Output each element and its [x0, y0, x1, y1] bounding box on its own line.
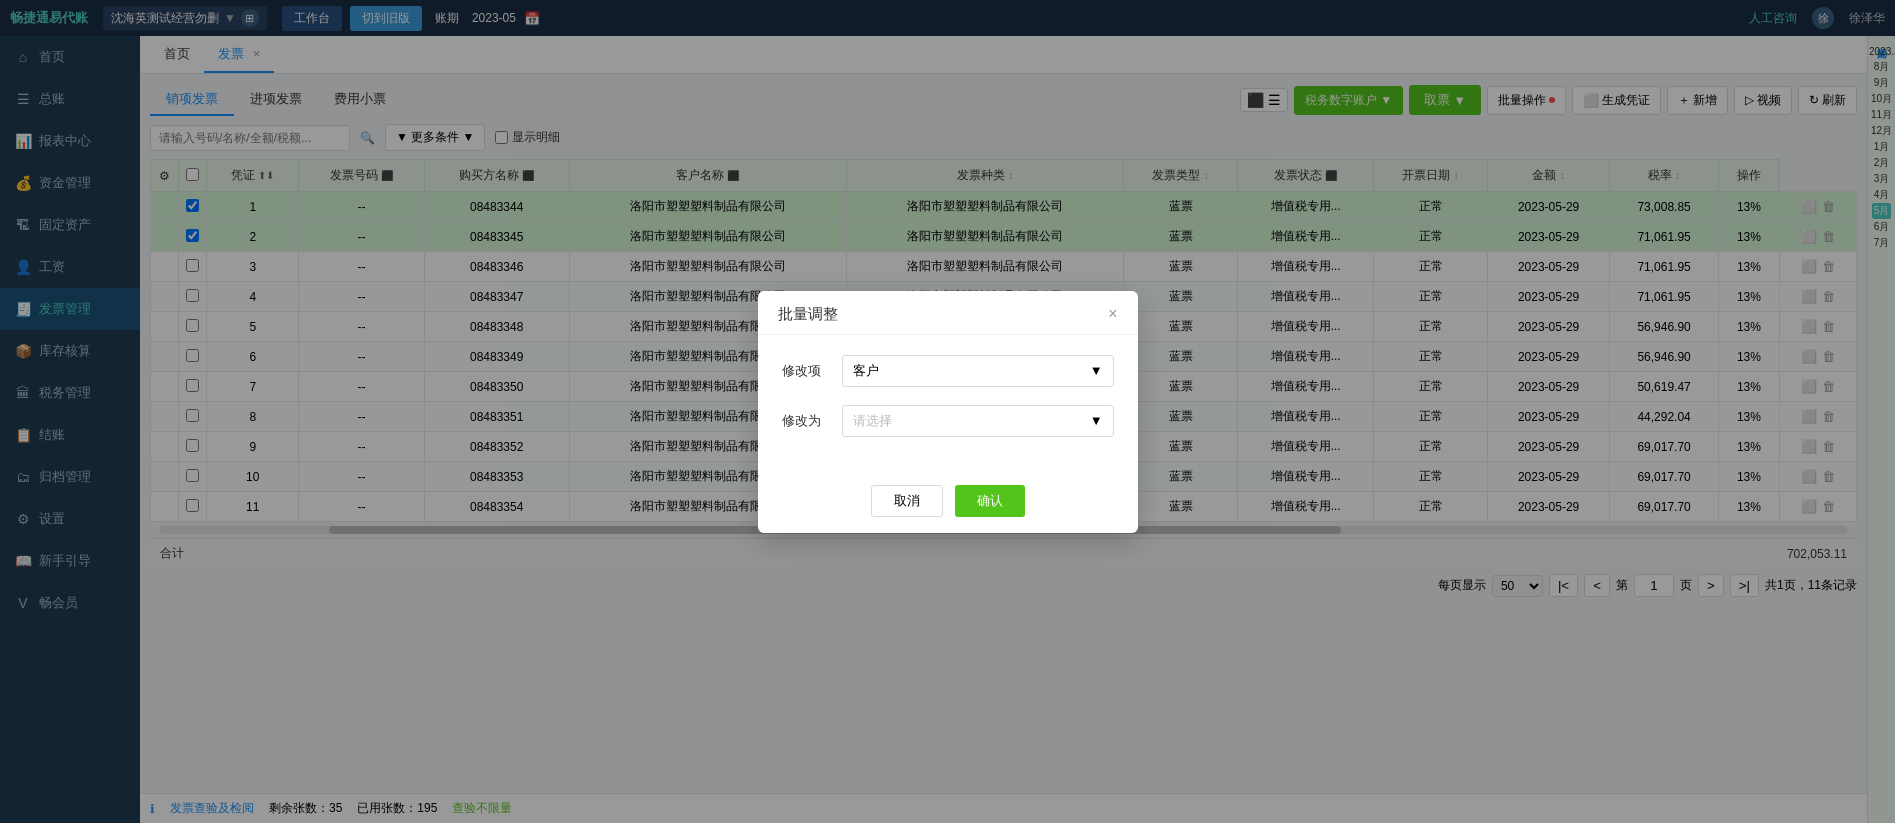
change-to-select[interactable]: 请选择 ▼ [842, 405, 1114, 437]
modal-body: 修改项 客户 ▼ 修改为 请选择 ▼ [758, 335, 1138, 475]
modal-cancel-button[interactable]: 取消 [871, 485, 943, 517]
modal-title: 批量调整 [778, 305, 838, 324]
modify-item-row: 修改项 客户 ▼ [782, 355, 1114, 387]
change-to-label: 修改为 [782, 412, 842, 430]
modal-overlay[interactable]: 批量调整 × 修改项 客户 ▼ 修改为 请选择 ▼ 取消 确认 [0, 0, 1895, 823]
modify-item-label: 修改项 [782, 362, 842, 380]
modify-item-arrow-icon: ▼ [1090, 363, 1103, 378]
modify-item-select[interactable]: 客户 ▼ [842, 355, 1114, 387]
change-to-row: 修改为 请选择 ▼ [782, 405, 1114, 437]
batch-adjust-modal: 批量调整 × 修改项 客户 ▼ 修改为 请选择 ▼ 取消 确认 [758, 291, 1138, 533]
modal-header: 批量调整 × [758, 291, 1138, 335]
modal-confirm-button[interactable]: 确认 [955, 485, 1025, 517]
modify-item-value: 客户 [853, 362, 879, 380]
modal-close-button[interactable]: × [1108, 305, 1117, 323]
modal-footer: 取消 确认 [758, 475, 1138, 533]
change-to-placeholder: 请选择 [853, 412, 892, 430]
change-to-arrow-icon: ▼ [1090, 413, 1103, 428]
